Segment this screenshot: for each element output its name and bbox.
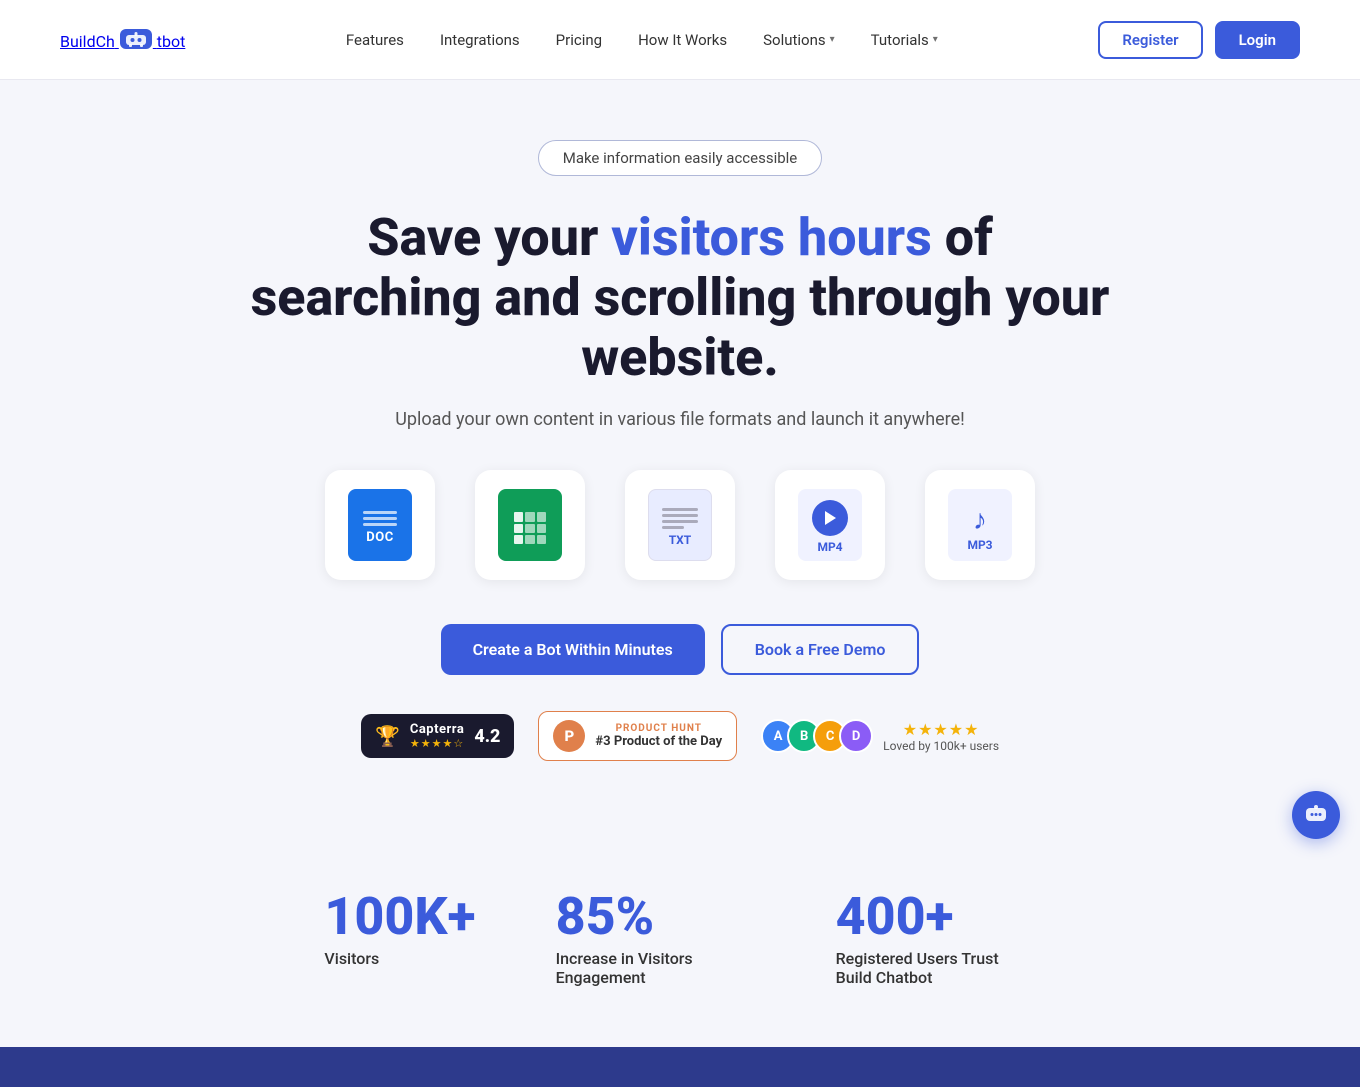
stat-users: 400+ Registered Users Trust Build Chatbo… xyxy=(836,891,1036,987)
product-hunt-badge: P PRODUCT HUNT #3 Product of the Day xyxy=(538,711,737,761)
nav-tutorials[interactable]: Tutorials ▾ xyxy=(871,31,938,49)
product-hunt-label: PRODUCT HUNT xyxy=(595,723,722,734)
stat-visitors-number: 100K+ xyxy=(324,891,475,943)
file-icons-row: DOC xyxy=(40,470,1320,580)
product-hunt-icon: P xyxy=(553,720,585,752)
nav-integrations[interactable]: Integrations xyxy=(440,31,520,49)
logo-bot-icon xyxy=(120,29,152,49)
hero-badge: Make information easily accessible xyxy=(538,140,823,176)
stats-section: 100K+ Visitors 85% Increase in Visitors … xyxy=(0,851,1360,1047)
nav-pricing[interactable]: Pricing xyxy=(556,31,602,49)
header-actions: Register Login xyxy=(1098,21,1300,59)
avatar-4: D xyxy=(839,719,873,753)
capterra-logo: Capterra xyxy=(410,722,464,737)
header: BuildCh tbot Features Integrations Prici… xyxy=(0,0,1360,80)
main-nav: Features Integrations Pricing How It Wor… xyxy=(346,31,938,49)
stat-engagement-number: 85% xyxy=(556,891,756,943)
register-button[interactable]: Register xyxy=(1098,21,1202,59)
file-txt-label: TXT xyxy=(669,533,692,547)
stat-engagement-label: Increase in Visitors Engagement xyxy=(556,949,756,987)
file-icon-mp4: MP4 xyxy=(775,470,885,580)
hero-title: Save your visitors hours of searching an… xyxy=(250,208,1110,387)
file-icon-mp3: ♪ MP3 xyxy=(925,470,1035,580)
stat-visitors: 100K+ Visitors xyxy=(324,891,475,968)
nav-solutions[interactable]: Solutions ▾ xyxy=(763,31,835,49)
file-icon-doc: DOC xyxy=(325,470,435,580)
logo-text-start: BuildCh xyxy=(60,32,115,51)
footer-bar xyxy=(0,1047,1360,1087)
stat-engagement: 85% Increase in Visitors Engagement xyxy=(556,891,756,987)
file-mp4-label: MP4 xyxy=(817,540,842,554)
create-bot-button[interactable]: Create a Bot Within Minutes xyxy=(441,624,705,675)
cta-buttons: Create a Bot Within Minutes Book a Free … xyxy=(40,624,1320,675)
capterra-score: 4.2 xyxy=(474,726,500,747)
solutions-dropdown-icon: ▾ xyxy=(830,34,835,45)
loved-badge: A B C D ★★★★★ Loved by 100k+ users xyxy=(761,719,999,753)
file-icon-sheets xyxy=(475,470,585,580)
book-demo-button[interactable]: Book a Free Demo xyxy=(721,624,920,675)
nav-features[interactable]: Features xyxy=(346,31,404,49)
file-doc-label: DOC xyxy=(366,530,393,545)
logo-text-end: tbot xyxy=(157,32,186,51)
badges-row: 🏆 Capterra ★★★★☆ 4.2 P PRODUCT HUNT #3 P… xyxy=(40,711,1320,761)
capterra-icon: 🏆 xyxy=(375,724,400,748)
nav-how-it-works[interactable]: How It Works xyxy=(638,31,727,49)
hero-section: Make information easily accessible Save … xyxy=(0,80,1360,851)
loved-text: Loved by 100k+ users xyxy=(883,739,999,753)
logo[interactable]: BuildCh tbot xyxy=(60,29,185,51)
hero-subtitle: Upload your own content in various file … xyxy=(40,409,1320,430)
tutorials-dropdown-icon: ▾ xyxy=(933,34,938,45)
stat-users-number: 400+ xyxy=(836,891,1036,943)
capterra-badge: 🏆 Capterra ★★★★☆ 4.2 xyxy=(361,714,514,758)
avatar-stack: A B C D xyxy=(761,719,873,753)
capterra-stars: ★★★★☆ xyxy=(410,737,464,750)
stat-users-label: Registered Users Trust Build Chatbot xyxy=(836,949,1036,987)
stat-visitors-label: Visitors xyxy=(324,949,475,968)
login-button[interactable]: Login xyxy=(1215,21,1300,59)
chat-widget[interactable] xyxy=(1292,791,1340,839)
loved-stars: ★★★★★ xyxy=(883,720,999,739)
file-mp3-label: MP3 xyxy=(967,538,992,552)
product-hunt-rank: #3 Product of the Day xyxy=(595,734,722,749)
file-icon-txt: TXT xyxy=(625,470,735,580)
